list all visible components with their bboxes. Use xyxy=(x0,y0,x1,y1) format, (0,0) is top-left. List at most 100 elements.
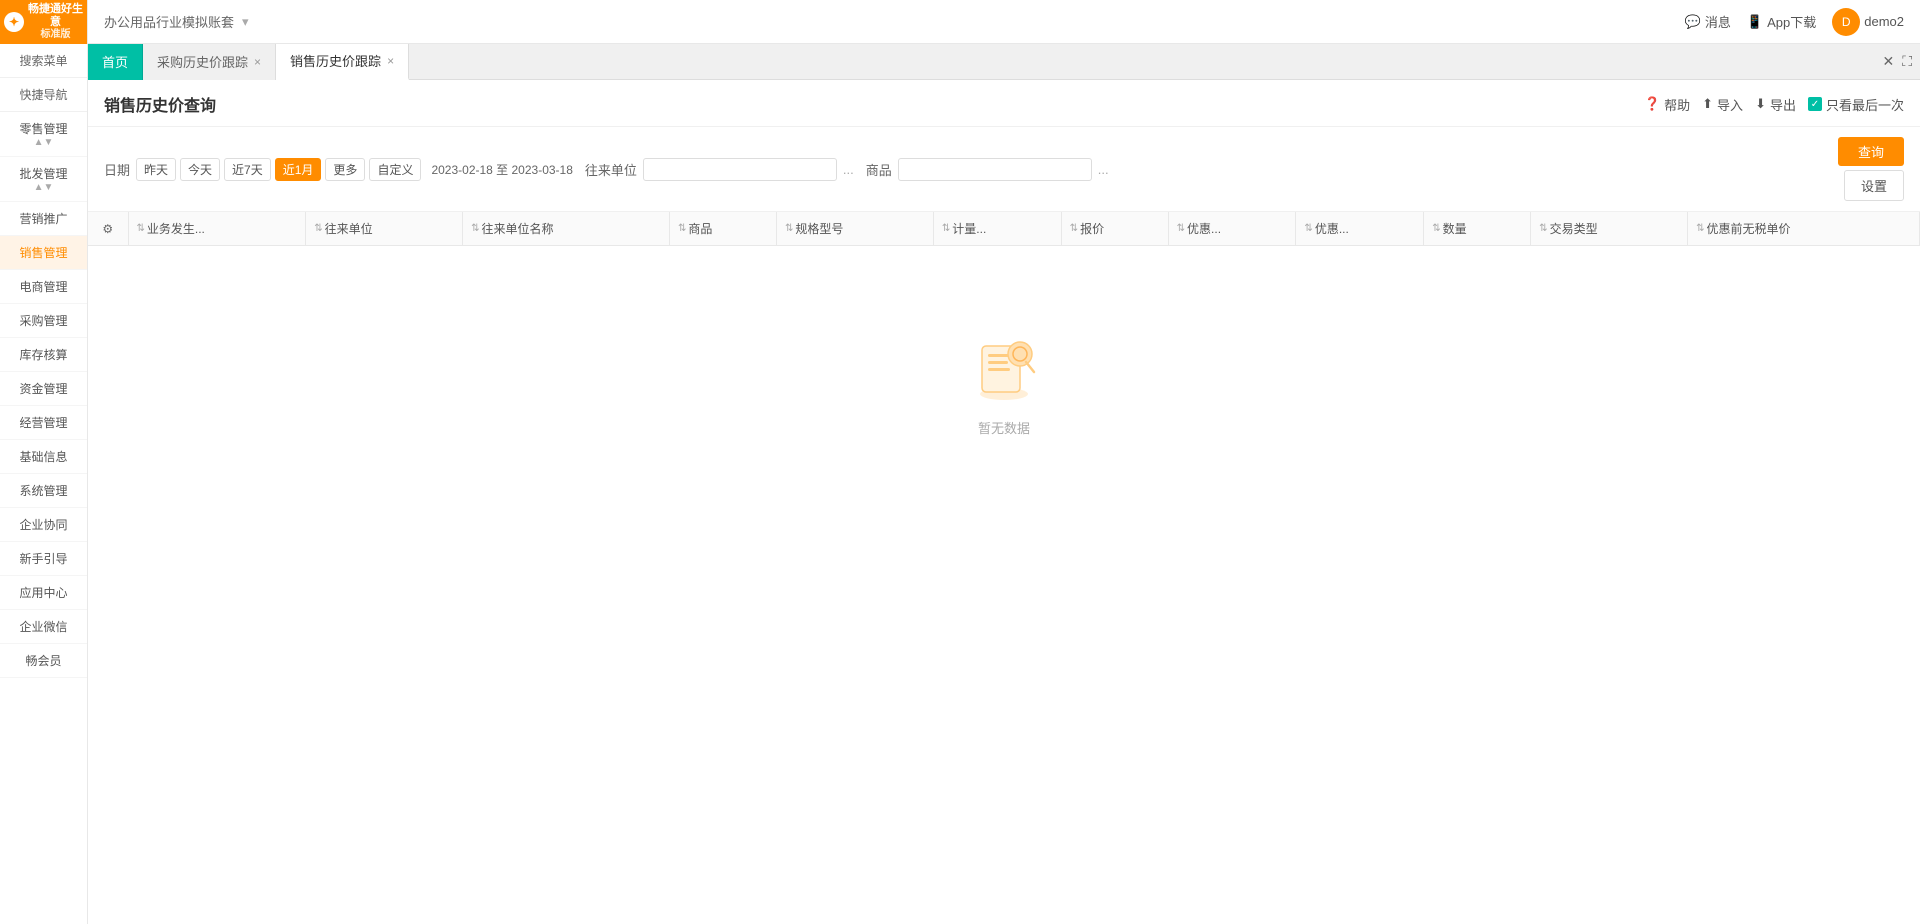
sidebar-search[interactable]: 搜索菜单 xyxy=(0,44,87,78)
col-goods: ⇅商品 xyxy=(670,212,777,246)
unit-dots[interactable]: ... xyxy=(843,162,854,177)
col-sort-icon[interactable]: ⇅ xyxy=(942,223,950,234)
only-last-toggle[interactable]: ✓ 只看最后一次 xyxy=(1808,95,1904,114)
sidebar-label: 批发管理 xyxy=(19,165,67,182)
sidebar-item-basic[interactable]: 基础信息 xyxy=(0,440,87,474)
col-sort-icon[interactable]: ⇅ xyxy=(314,223,322,234)
quicknav-label: 快捷导航 xyxy=(19,88,67,102)
page-title: 销售历史价查询 xyxy=(104,92,216,116)
col-label: 优惠... xyxy=(1187,220,1221,237)
sidebar-item-finance[interactable]: 资金管理 xyxy=(0,372,87,406)
sidebar-label: 系统管理 xyxy=(19,482,67,499)
sidebar-label: 采购管理 xyxy=(19,312,67,329)
app-edition: 标准版 xyxy=(28,29,83,41)
col-sort-icon[interactable]: ⇅ xyxy=(1539,223,1547,234)
only-last-label: 只看最后一次 xyxy=(1826,95,1904,114)
sidebar-item-retail[interactable]: 零售管理▲▼ xyxy=(0,112,87,157)
export-icon: ⬇ xyxy=(1755,96,1766,112)
sidebar-quicknav[interactable]: 快捷导航 xyxy=(0,78,87,112)
tab-sales_history[interactable]: 销售历史价跟踪× xyxy=(276,44,409,80)
help-button[interactable]: ❓ 帮助 xyxy=(1644,95,1690,114)
col-sort-icon[interactable]: ⇅ xyxy=(1304,223,1312,234)
sidebar-item-member[interactable]: 畅会员 xyxy=(0,644,87,678)
sidebar-label: 库存核算 xyxy=(19,346,67,363)
col-sort-icon[interactable]: ⇅ xyxy=(1696,223,1704,234)
date-btn-yesterday[interactable]: 昨天 xyxy=(136,158,176,181)
filter-area: 日期 昨天今天近7天近1月更多自定义 2023-02-18 至 2023-03-… xyxy=(88,127,1920,212)
app-name: 畅捷通好生意 xyxy=(28,3,83,29)
sidebar-item-enterprise[interactable]: 企业协同 xyxy=(0,508,87,542)
col-label: 业务发生... xyxy=(147,220,205,237)
tab-home[interactable]: 首页 xyxy=(88,44,143,80)
sidebar-item-wholesale[interactable]: 批发管理▲▼ xyxy=(0,157,87,202)
sidebar-label: 经营管理 xyxy=(19,414,67,431)
import-button[interactable]: ⬆ 导入 xyxy=(1702,95,1743,114)
column-settings-icon[interactable]: ⚙ xyxy=(102,222,113,236)
goods-label: 商品 xyxy=(866,160,892,179)
date-buttons: 昨天今天近7天近1月更多自定义 xyxy=(136,158,421,181)
sidebar-item-appcenter[interactable]: 应用中心 xyxy=(0,576,87,610)
date-btn-last7[interactable]: 近7天 xyxy=(224,158,271,181)
sidebar-item-sales[interactable]: 销售管理 xyxy=(0,236,87,270)
sidebar-item-system[interactable]: 系统管理 xyxy=(0,474,87,508)
tabs-bar: 首页采购历史价跟踪×销售历史价跟踪× ✕ ⛶ xyxy=(88,44,1920,80)
help-icon: ❓ xyxy=(1644,96,1660,112)
sidebar: ✦ 畅捷通好生意 标准版 搜索菜单 快捷导航 零售管理▲▼批发管理▲▼营销推广销… xyxy=(0,0,88,924)
settings-button[interactable]: 设置 xyxy=(1844,170,1904,201)
export-button[interactable]: ⬇ 导出 xyxy=(1755,95,1796,114)
col-label: 交易类型 xyxy=(1550,220,1598,237)
sidebar-item-operations[interactable]: 经营管理 xyxy=(0,406,87,440)
date-btn-today[interactable]: 今天 xyxy=(180,158,220,181)
col-sort-icon[interactable]: ⇅ xyxy=(471,223,479,234)
avatar: D xyxy=(1832,8,1860,36)
col-label: 往来单位名称 xyxy=(482,220,554,237)
col-sort-icon[interactable]: ⇅ xyxy=(1177,223,1185,234)
tab-close-icon[interactable]: × xyxy=(387,54,394,68)
main: 办公用品行业模拟账套 ▾ 💬 消息 📱 App下载 D demo2 首页采购历史… xyxy=(88,0,1920,924)
goods-dots[interactable]: ... xyxy=(1098,162,1109,177)
table-area: ⚙⇅业务发生...⇅往来单位⇅往来单位名称⇅商品⇅规格型号⇅计量...⇅报价⇅优… xyxy=(88,212,1920,517)
chevron-icon: ▲▼ xyxy=(34,182,54,193)
date-btn-more[interactable]: 更多 xyxy=(325,158,365,181)
workspace-selector[interactable]: 办公用品行业模拟账套 ▾ xyxy=(104,12,249,31)
chevron-icon: ▲▼ xyxy=(34,137,54,148)
workspace-chevron-icon[interactable]: ▾ xyxy=(242,14,249,30)
sidebar-item-newguide[interactable]: 新手引导 xyxy=(0,542,87,576)
col-label: 报价 xyxy=(1080,220,1104,237)
goods-input[interactable] xyxy=(898,158,1092,181)
date-btn-last1m[interactable]: 近1月 xyxy=(275,158,322,181)
col-sort-icon[interactable]: ⇅ xyxy=(1070,223,1078,234)
close-tab-icon[interactable]: ✕ xyxy=(1882,53,1894,70)
date-btn-custom[interactable]: 自定义 xyxy=(369,158,421,181)
sidebar-item-purchase[interactable]: 采购管理 xyxy=(0,304,87,338)
col-sort-icon[interactable]: ⇅ xyxy=(137,223,145,234)
col-spec: ⇅规格型号 xyxy=(776,212,933,246)
query-button[interactable]: 查询 xyxy=(1838,137,1904,166)
tab-close-icon[interactable]: × xyxy=(254,55,261,69)
fullscreen-icon[interactable]: ⛶ xyxy=(1902,53,1912,70)
col-quote: ⇅报价 xyxy=(1061,212,1168,246)
username: demo2 xyxy=(1864,14,1904,29)
col-sort-icon[interactable]: ⇅ xyxy=(678,223,686,234)
topbar-right: 💬 消息 📱 App下载 D demo2 xyxy=(1685,8,1904,36)
tab-purchase_history[interactable]: 采购历史价跟踪× xyxy=(143,44,276,80)
col-sort-icon[interactable]: ⇅ xyxy=(1432,223,1440,234)
topbar: 办公用品行业模拟账套 ▾ 💬 消息 📱 App下载 D demo2 xyxy=(88,0,1920,44)
unit-input[interactable] xyxy=(643,158,837,181)
search-label: 搜索菜单 xyxy=(19,54,67,68)
sidebar-item-inventory[interactable]: 库存核算 xyxy=(0,338,87,372)
checkbox-icon: ✓ xyxy=(1808,97,1822,111)
message-button[interactable]: 💬 消息 xyxy=(1685,12,1731,31)
sidebar-item-marketing[interactable]: 营销推广 xyxy=(0,202,87,236)
col-unit_code: ⇅往来单位 xyxy=(306,212,463,246)
sidebar-item-ecommerce[interactable]: 电商管理 xyxy=(0,270,87,304)
app-download-button[interactable]: 📱 App下载 xyxy=(1747,12,1816,31)
page: 销售历史价查询 ❓ 帮助 ⬆ 导入 ⬇ 导出 ✓ xyxy=(88,80,1920,924)
sidebar-item-corpwechat[interactable]: 企业微信 xyxy=(0,610,87,644)
download-icon: 📱 xyxy=(1747,14,1763,30)
sidebar-label: 电商管理 xyxy=(19,278,67,295)
date-filter-group: 日期 昨天今天近7天近1月更多自定义 2023-02-18 至 2023-03-… xyxy=(104,158,573,181)
empty-state: 暂无数据 xyxy=(88,246,1920,517)
user-info[interactable]: D demo2 xyxy=(1832,8,1904,36)
col-sort-icon[interactable]: ⇅ xyxy=(785,223,793,234)
